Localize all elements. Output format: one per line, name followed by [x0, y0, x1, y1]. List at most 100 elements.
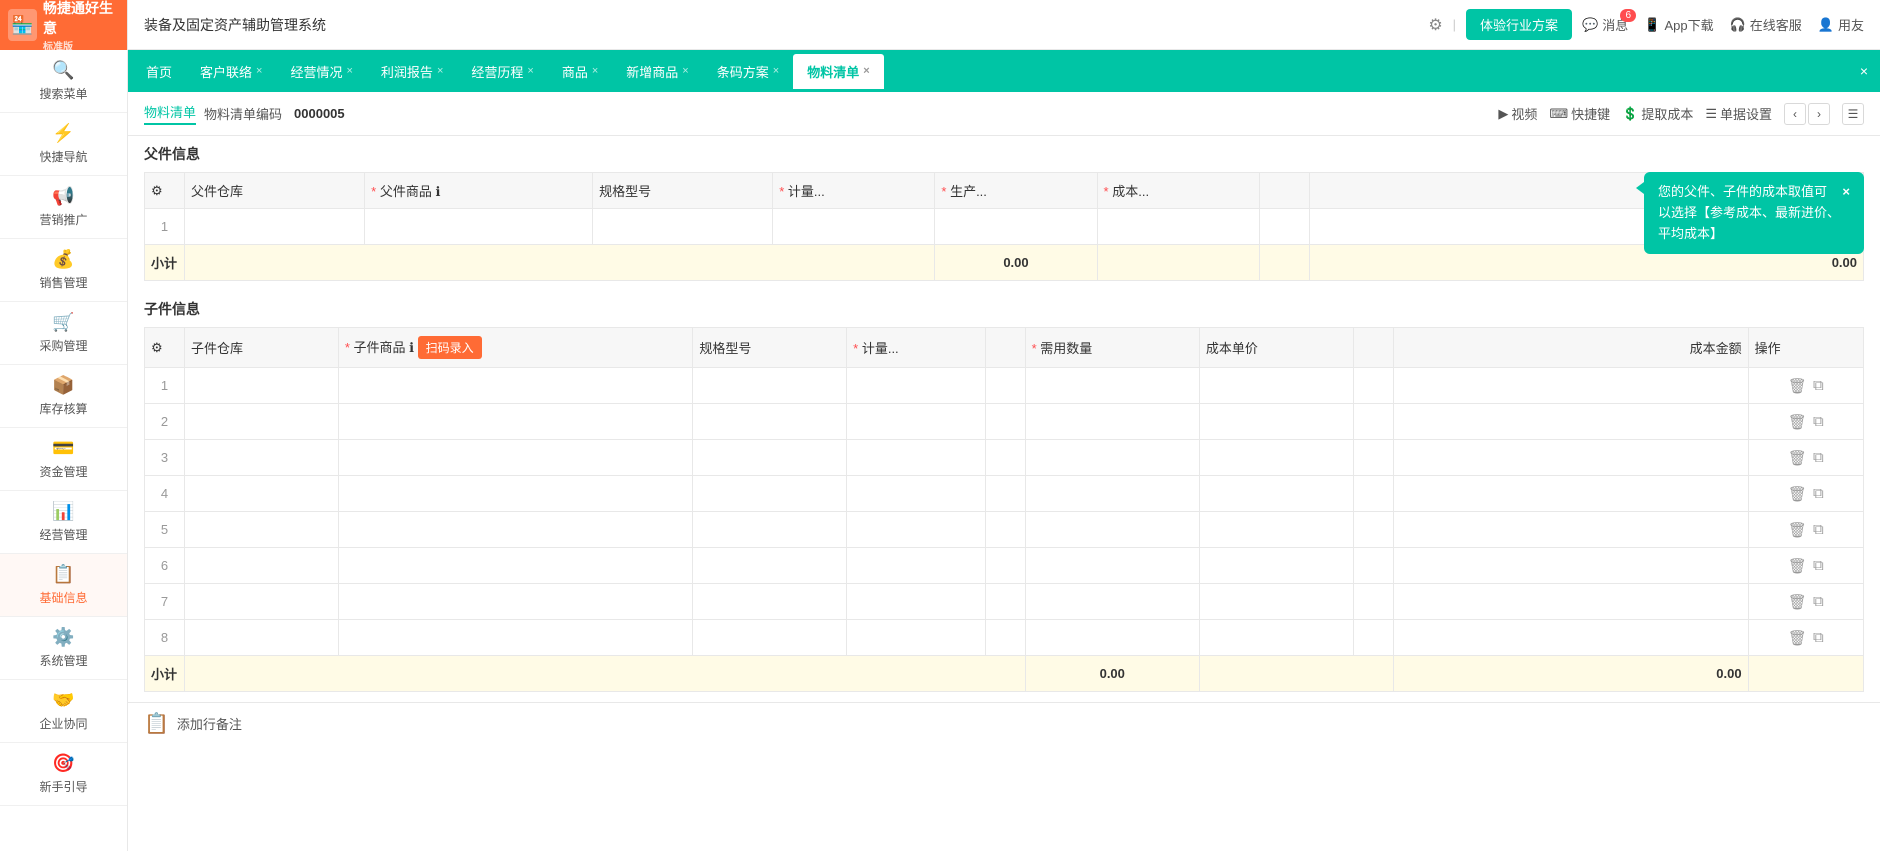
- child-unit-6[interactable]: [847, 548, 985, 584]
- tab-new-goods[interactable]: 新增商品 ×: [612, 54, 702, 89]
- parent-spec-cell[interactable]: [593, 209, 773, 245]
- child-warehouse-4[interactable]: [185, 476, 339, 512]
- user-item[interactable]: 👤 用友: [1818, 15, 1864, 34]
- close-icon[interactable]: ×: [592, 65, 598, 77]
- close-icon[interactable]: ×: [863, 65, 869, 77]
- child-qty-7[interactable]: [1025, 584, 1199, 620]
- sidebar-item-quicknav[interactable]: ⚡ 快捷导航: [0, 113, 127, 176]
- single-settings-btn[interactable]: ☰ 单据设置: [1705, 104, 1772, 123]
- prev-btn[interactable]: ‹: [1784, 103, 1806, 125]
- online-service-item[interactable]: 🎧 在线客服: [1730, 15, 1802, 34]
- child-unit-cost-3[interactable]: [1199, 440, 1353, 476]
- child-goods-2[interactable]: [338, 404, 693, 440]
- child-qty-2[interactable]: [1025, 404, 1199, 440]
- sidebar-item-purchase[interactable]: 🛒 采购管理: [0, 302, 127, 365]
- sidebar-item-sales[interactable]: 💰 销售管理: [0, 239, 127, 302]
- child-unit-7[interactable]: [847, 584, 985, 620]
- copy-icon[interactable]: ⧉: [1813, 557, 1824, 575]
- child-goods-6[interactable]: [338, 548, 693, 584]
- child-spec-7[interactable]: [693, 584, 847, 620]
- copy-icon[interactable]: ⧉: [1813, 377, 1824, 395]
- child-qty-4[interactable]: [1025, 476, 1199, 512]
- tab-barcode[interactable]: 条码方案 ×: [703, 54, 793, 89]
- child-goods-3[interactable]: [338, 440, 693, 476]
- child-unit-cost-7[interactable]: [1199, 584, 1353, 620]
- child-goods-5[interactable]: [338, 512, 693, 548]
- child-goods-4[interactable]: [338, 476, 693, 512]
- child-warehouse-2[interactable]: [185, 404, 339, 440]
- close-icon[interactable]: ×: [682, 65, 688, 77]
- delete-icon[interactable]: 🗑: [1788, 449, 1807, 467]
- tooltip-close-btn[interactable]: ×: [1842, 182, 1850, 203]
- child-unit-3[interactable]: [847, 440, 985, 476]
- sidebar-item-guide[interactable]: 🎯 新手引导: [0, 743, 127, 806]
- child-warehouse-3[interactable]: [185, 440, 339, 476]
- child-goods-7[interactable]: [338, 584, 693, 620]
- close-icon[interactable]: ×: [346, 65, 352, 77]
- delete-icon[interactable]: 🗑: [1788, 557, 1807, 575]
- child-unit-cost-4[interactable]: [1199, 476, 1353, 512]
- parent-production-cell[interactable]: [935, 209, 1097, 245]
- child-unit-4[interactable]: [847, 476, 985, 512]
- app-download-item[interactable]: 📱 App下载: [1644, 15, 1713, 34]
- delete-icon[interactable]: 🗑: [1788, 521, 1807, 539]
- delete-icon[interactable]: 🗑: [1788, 413, 1807, 431]
- close-icon[interactable]: ×: [773, 65, 779, 77]
- sidebar-item-operations[interactable]: 📊 经营管理: [0, 491, 127, 554]
- close-icon[interactable]: ×: [527, 65, 533, 77]
- child-unit-8[interactable]: [847, 620, 985, 656]
- child-warehouse-5[interactable]: [185, 512, 339, 548]
- shortcut-btn[interactable]: ⌨ 快捷键: [1549, 104, 1610, 123]
- copy-icon[interactable]: ⧉: [1813, 629, 1824, 647]
- add-row-icon[interactable]: 📋: [144, 711, 169, 736]
- child-goods-1[interactable]: [338, 368, 693, 404]
- child-spec-5[interactable]: [693, 512, 847, 548]
- tab-history[interactable]: 经营历程 ×: [457, 54, 547, 89]
- delete-icon[interactable]: 🗑: [1788, 629, 1807, 647]
- child-spec-6[interactable]: [693, 548, 847, 584]
- copy-icon[interactable]: ⧉: [1813, 413, 1824, 431]
- copy-icon[interactable]: ⧉: [1813, 521, 1824, 539]
- child-qty-5[interactable]: [1025, 512, 1199, 548]
- tab-goods[interactable]: 商品 ×: [548, 54, 612, 89]
- nav-close-all[interactable]: ×: [1852, 63, 1876, 79]
- sidebar-item-system[interactable]: ⚙️ 系统管理: [0, 617, 127, 680]
- child-spec-2[interactable]: [693, 404, 847, 440]
- next-btn[interactable]: ›: [1808, 103, 1830, 125]
- parent-warehouse-cell[interactable]: [185, 209, 365, 245]
- parent-goods-cell[interactable]: [365, 209, 593, 245]
- sidebar-item-search[interactable]: 🔍 搜索菜单: [0, 50, 127, 113]
- copy-icon[interactable]: ⧉: [1813, 449, 1824, 467]
- child-unit-cost-5[interactable]: [1199, 512, 1353, 548]
- sidebar-item-collaboration[interactable]: 🤝 企业协同: [0, 680, 127, 743]
- scan-btn[interactable]: 扫码录入: [418, 336, 482, 359]
- tab-home[interactable]: 首页: [132, 54, 186, 89]
- tab-bom[interactable]: 物料清单 ×: [793, 54, 883, 89]
- delete-icon[interactable]: 🗑: [1788, 377, 1807, 395]
- child-unit-cost-8[interactable]: [1199, 620, 1353, 656]
- copy-icon[interactable]: ⧉: [1813, 485, 1824, 503]
- gear-icon[interactable]: ⚙: [1428, 15, 1442, 35]
- child-unit-5[interactable]: [847, 512, 985, 548]
- child-qty-1[interactable]: [1025, 368, 1199, 404]
- tab-customer[interactable]: 客户联络 ×: [186, 54, 276, 89]
- child-qty-8[interactable]: [1025, 620, 1199, 656]
- tab-operations[interactable]: 经营情况 ×: [276, 54, 366, 89]
- parent-cost-cell[interactable]: [1097, 209, 1259, 245]
- delete-icon[interactable]: 🗑: [1788, 593, 1807, 611]
- sidebar-item-basic-info[interactable]: 📋 基础信息: [0, 554, 127, 617]
- ph-tab-bom-list[interactable]: 物料清单: [144, 102, 196, 125]
- child-unit-cost-2[interactable]: [1199, 404, 1353, 440]
- child-spec-8[interactable]: [693, 620, 847, 656]
- ph-tab-bom-code[interactable]: 物料清单编码: [204, 104, 282, 123]
- message-item[interactable]: 💬 消息 6: [1582, 15, 1628, 34]
- sidebar-item-inventory[interactable]: 📦 库存核算: [0, 365, 127, 428]
- child-unit-2[interactable]: [847, 404, 985, 440]
- close-icon[interactable]: ×: [256, 65, 262, 77]
- child-qty-6[interactable]: [1025, 548, 1199, 584]
- close-icon[interactable]: ×: [437, 65, 443, 77]
- extract-cost-btn[interactable]: 💲 提取成本: [1622, 104, 1693, 123]
- parent-unit-cell[interactable]: [773, 209, 935, 245]
- child-warehouse-7[interactable]: [185, 584, 339, 620]
- list-view-btn[interactable]: ☰: [1842, 103, 1864, 125]
